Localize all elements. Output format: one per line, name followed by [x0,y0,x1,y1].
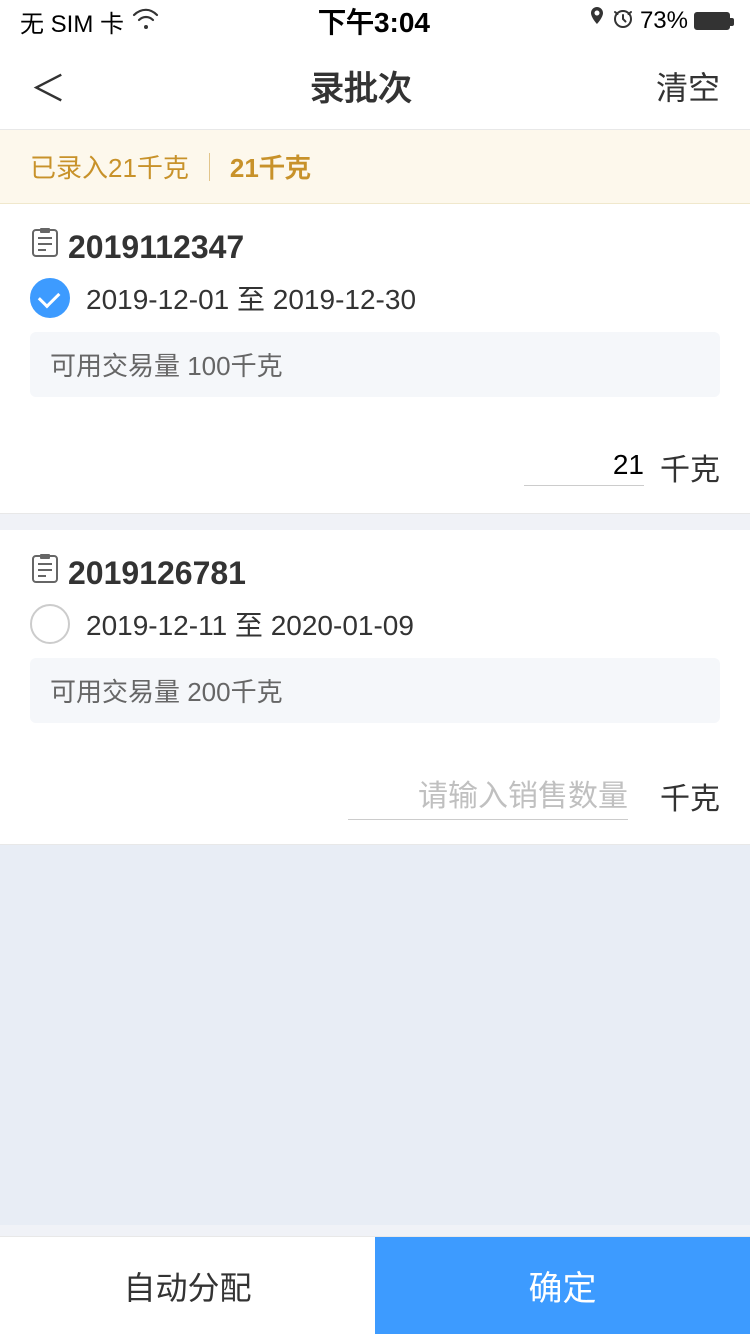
amount-row-1: 21 千克 [0,429,750,514]
status-left: 无 SIM 卡 [20,4,160,39]
batch-id-1: 2019112347 [68,229,244,266]
clear-button[interactable]: 清空 [656,63,720,109]
battery-icon [694,12,730,30]
batch-id-2: 2019126781 [68,555,246,592]
batch-date-1: 2019-12-01 至 2019-12-30 [86,278,416,318]
amount-input-1[interactable]: 21 [524,449,644,486]
recorded-value: 21千克 [230,148,311,185]
info-bar: 已录入21千克 21千克 [0,130,750,204]
batch-available-2: 可用交易量 200千克 [30,658,720,723]
auto-distribute-button[interactable]: 自动分配 [0,1237,375,1334]
batch-date-row-1: 2019-12-01 至 2019-12-30 [30,278,720,318]
no-sim-label: 无 SIM 卡 [20,4,124,39]
status-right: 73% [588,7,730,36]
input-placeholder-text: 请输入销售数量 [418,780,628,813]
batch-available-1: 可用交易量 100千克 [30,332,720,397]
recorded-label: 已录入21千克 [30,148,189,185]
batch-icon-1 [30,228,60,266]
wifi-icon [132,7,160,36]
empty-area [0,845,750,1225]
back-button[interactable]: ＜ [30,60,66,112]
amount-unit-1: 千克 [660,445,720,489]
sales-quantity-input[interactable]: 请输入销售数量 [348,771,628,820]
alarm-icon [612,7,634,36]
bottom-bar: 自动分配 确定 [0,1236,750,1334]
page-title: 录批次 [310,61,412,110]
battery-percent: 73% [640,7,688,35]
batch-item-1: 2019112347 2019-12-01 至 2019-12-30 可用交易量… [0,204,750,429]
batch-date-row-2: 2019-12-11 至 2020-01-09 [30,604,720,644]
batch-date-2: 2019-12-11 至 2020-01-09 [86,604,414,644]
radio-btn-2[interactable] [30,604,70,644]
batch-icon-2 [30,554,60,592]
input-unit-2: 千克 [660,774,720,818]
amount-value-1: 21 [613,449,644,480]
input-row-2: 请输入销售数量 千克 [0,755,750,845]
batch-item-2: 2019126781 2019-12-11 至 2020-01-09 可用交易量… [0,530,750,755]
batch-header-2: 2019126781 [30,554,720,592]
confirm-button[interactable]: 确定 [375,1237,750,1334]
separator-1 [0,514,750,530]
status-time: 下午3:04 [318,1,430,41]
info-divider [209,153,210,181]
nav-bar: ＜ 录批次 清空 [0,42,750,130]
status-bar: 无 SIM 卡 下午3:04 73% [0,0,750,42]
batch-header-1: 2019112347 [30,228,720,266]
location-icon [588,7,606,36]
radio-btn-1[interactable] [30,278,70,318]
